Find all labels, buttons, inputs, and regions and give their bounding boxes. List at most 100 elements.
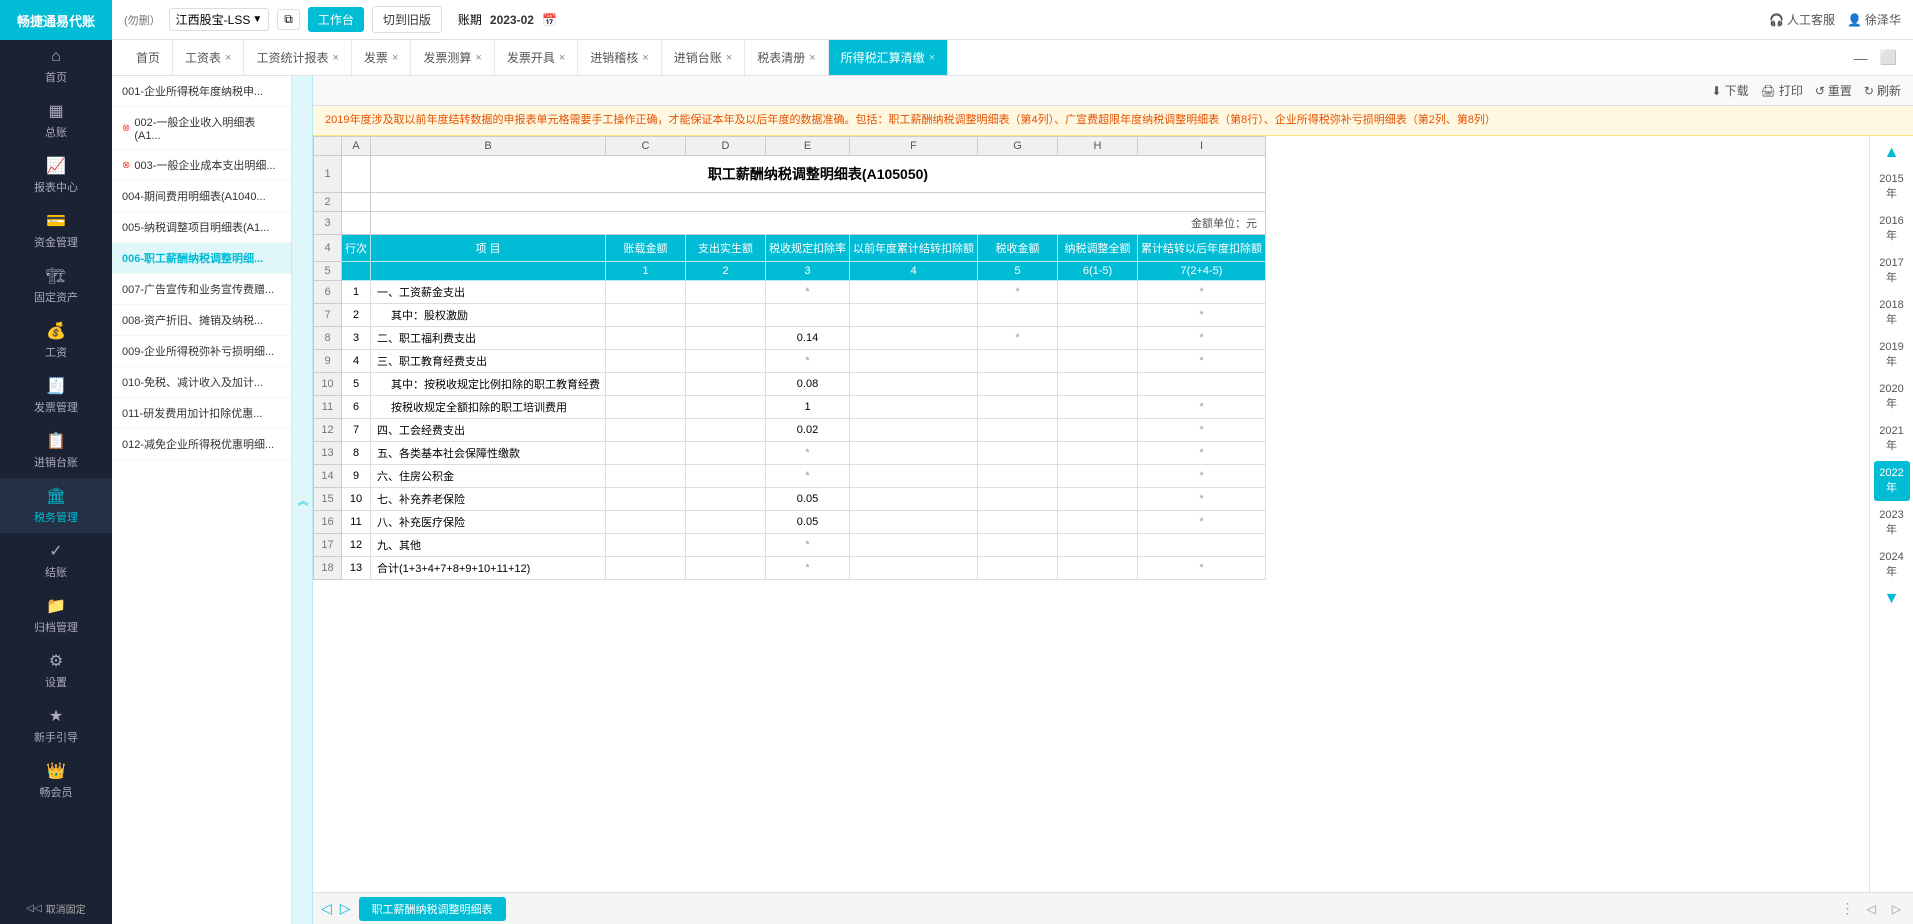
cancel-fixed-label[interactable]: 取消固定: [46, 901, 86, 916]
sidebar-item-fund[interactable]: 💳 资金管理: [0, 203, 112, 258]
sidebar-item-home[interactable]: ⌂ 首页: [0, 40, 112, 93]
sheet-tab-main[interactable]: 职工薪酬纳税调整明细表: [359, 897, 506, 921]
sidebar-item-invoice[interactable]: 🧾 发票管理: [0, 368, 112, 423]
tab-purchase-check[interactable]: 进销稽核 ×: [578, 40, 661, 76]
tab-home[interactable]: 首页: [124, 40, 173, 76]
year-2016[interactable]: 2016年: [1874, 209, 1910, 249]
download-action[interactable]: ⬇ 下载: [1712, 82, 1749, 99]
data-row-15: 15 10 七、补充养老保险 0.05 *: [314, 487, 1266, 510]
sidebar-item-ledger[interactable]: ▦ 总账: [0, 93, 112, 148]
file-item-002[interactable]: ⊗ 002-一般企业收入明细表(A1...: [112, 107, 291, 150]
data-row-18: 18 13 合计(1+3+4+7+8+9+10+11+12) * *: [314, 556, 1266, 579]
tab-tax-clear-close[interactable]: ×: [809, 52, 815, 64]
unit-row-3: 3 金额单位：元: [314, 211, 1266, 234]
copy-btn[interactable]: ⧉: [277, 9, 300, 30]
company-name: 江西股宝-LSS: [176, 11, 251, 28]
print-action[interactable]: 🖨 打印: [1761, 82, 1803, 99]
tab-invoice-calc[interactable]: 发票测算 ×: [411, 40, 494, 76]
sheet-scroll-left[interactable]: ◁: [1863, 902, 1880, 916]
sidebar-item-guide[interactable]: ★ 新手引导: [0, 698, 112, 753]
tab-income-tax-close[interactable]: ×: [929, 52, 935, 64]
sidebar-item-purchase[interactable]: 📋 进销台账: [0, 423, 112, 478]
file-item-005[interactable]: 005-纳税调整项目明细表(A1...: [112, 212, 291, 243]
year-2015[interactable]: 2015年: [1874, 167, 1910, 207]
sheet-nav-left[interactable]: ◁: [321, 900, 332, 917]
tab-invoice-calc-close[interactable]: ×: [475, 52, 481, 64]
customer-service[interactable]: 🎧 人工客服: [1769, 11, 1835, 28]
file-item-006[interactable]: 006-职工薪酬纳税调整明细...: [112, 243, 291, 274]
file-item-008[interactable]: 008-资产折旧、摊销及纳税...: [112, 305, 291, 336]
year-2018[interactable]: 2018年: [1874, 293, 1910, 333]
sidebar-item-tax[interactable]: 🏛 税务管理: [0, 478, 112, 533]
year-scroll-up[interactable]: ▲: [1880, 140, 1904, 166]
tab-payroll-close[interactable]: ×: [225, 52, 231, 64]
tab-invoice[interactable]: 发票 ×: [352, 40, 411, 76]
year-2023[interactable]: 2023年: [1874, 503, 1910, 543]
file-item-012[interactable]: 012-减免企业所得税优惠明细...: [112, 429, 291, 460]
col-c: C: [606, 136, 686, 155]
tab-purchase-ledger-close[interactable]: ×: [726, 52, 732, 64]
file-item-010[interactable]: 010-免税、减计收入及加计...: [112, 367, 291, 398]
company-selector[interactable]: 江西股宝-LSS ▼: [169, 8, 270, 31]
tab-invoice-open-close[interactable]: ×: [559, 52, 565, 64]
calendar-icon[interactable]: 📅: [542, 13, 557, 27]
sidebar-item-report[interactable]: 📈 报表中心: [0, 148, 112, 203]
header-item: 项 目: [371, 234, 606, 261]
year-2020[interactable]: 2020年: [1874, 377, 1910, 417]
file-item-003[interactable]: ⊗ 003-一般企业成本支出明细...: [112, 150, 291, 181]
sidebar-item-payroll[interactable]: 💰 工资: [0, 313, 112, 368]
tab-payroll[interactable]: 工资表 ×: [173, 40, 244, 76]
sidebar-item-label: 畅会员: [40, 784, 73, 800]
tabs-minimize-btn[interactable]: —: [1850, 49, 1872, 66]
app-logo: 畅捷通易代账: [0, 0, 112, 40]
period-value: 2023-02: [490, 13, 534, 27]
reset-action[interactable]: ↺ 重置: [1815, 82, 1852, 99]
tab-payroll-stat[interactable]: 工资统计报表 ×: [244, 40, 351, 76]
file-item-007[interactable]: 007-广告宣传和业务宣传费赠...: [112, 274, 291, 305]
tab-payroll-stat-close[interactable]: ×: [332, 52, 338, 64]
refresh-icon: ↻: [1864, 84, 1874, 98]
tab-purchase-ledger[interactable]: 进销台账 ×: [662, 40, 745, 76]
sidebar-item-close[interactable]: ✓ 结账: [0, 533, 112, 588]
data-row-17: 17 12 九、其他 *: [314, 533, 1266, 556]
tab-tax-clear[interactable]: 税表清册 ×: [745, 40, 828, 76]
spreadsheet-wrapper[interactable]: A B C D E F G H I: [313, 136, 1869, 893]
sheet-nav-right[interactable]: ▷: [340, 900, 351, 917]
year-2017[interactable]: 2017年: [1874, 251, 1910, 291]
purchase-icon: 📋: [46, 431, 66, 451]
tab-invoice-close[interactable]: ×: [392, 52, 398, 64]
refresh-action[interactable]: ↻ 刷新: [1864, 82, 1901, 99]
sheet-area: ⬇ 下载 🖨 打印 ↺ 重置 ↻ 刷新: [313, 76, 1913, 924]
sheet-tabs-bar: ◁ ▷ 职工薪酬纳税调整明细表 ⋮ ◁ ▷: [313, 892, 1913, 924]
tab-invoice-open[interactable]: 发票开具 ×: [495, 40, 578, 76]
workspace-btn[interactable]: 工作台: [308, 7, 364, 32]
error-icon-003: ⊗: [122, 160, 130, 171]
file-item-004[interactable]: 004-期间费用明细表(A1040...: [112, 181, 291, 212]
sidebar-item-settings[interactable]: ⚙ 设置: [0, 643, 112, 698]
year-2019[interactable]: 2019年: [1874, 335, 1910, 375]
sidebar-item-archive[interactable]: 📁 归档管理: [0, 588, 112, 643]
reset-icon: ↺: [1815, 84, 1825, 98]
tab-purchase-check-close[interactable]: ×: [642, 52, 648, 64]
tab-income-tax[interactable]: 所得税汇算清缴 ×: [829, 40, 948, 76]
year-2021[interactable]: 2021年: [1874, 419, 1910, 459]
year-2022[interactable]: 2022年: [1874, 461, 1910, 501]
file-item-001[interactable]: 001-企业所得税年度纳税申...: [112, 76, 291, 107]
switch-btn[interactable]: 切到旧版: [372, 6, 442, 33]
print-label: 打印: [1779, 82, 1803, 99]
fund-icon: 💳: [46, 211, 66, 231]
sheet-more-btn[interactable]: ⋮: [1841, 900, 1855, 917]
file-item-009[interactable]: 009-企业所得税弥补亏损明细...: [112, 336, 291, 367]
sidebar-item-member[interactable]: 👑 畅会员: [0, 753, 112, 808]
year-2024[interactable]: 2024年: [1874, 545, 1910, 585]
sidebar-item-fixed-asset[interactable]: 🏗 固定资产: [0, 258, 112, 313]
cancel-fixed-icon: ◁◁: [26, 903, 41, 914]
close-accounts-icon: ✓: [49, 541, 62, 561]
avatar[interactable]: 👤 徐泽华: [1847, 11, 1901, 28]
sheet-scroll-right[interactable]: ▷: [1888, 902, 1905, 916]
year-scroll-down[interactable]: ▼: [1880, 586, 1904, 612]
tabs-maximize-btn[interactable]: ⬜: [1876, 49, 1901, 66]
file-item-011[interactable]: 011-研发费用加计扣除优惠...: [112, 398, 291, 429]
collapse-panel-btn[interactable]: 《: [292, 76, 313, 924]
subheader-row-5: 5 1 2 3 4 5 6(1-5) 7(2+4-5): [314, 261, 1266, 280]
